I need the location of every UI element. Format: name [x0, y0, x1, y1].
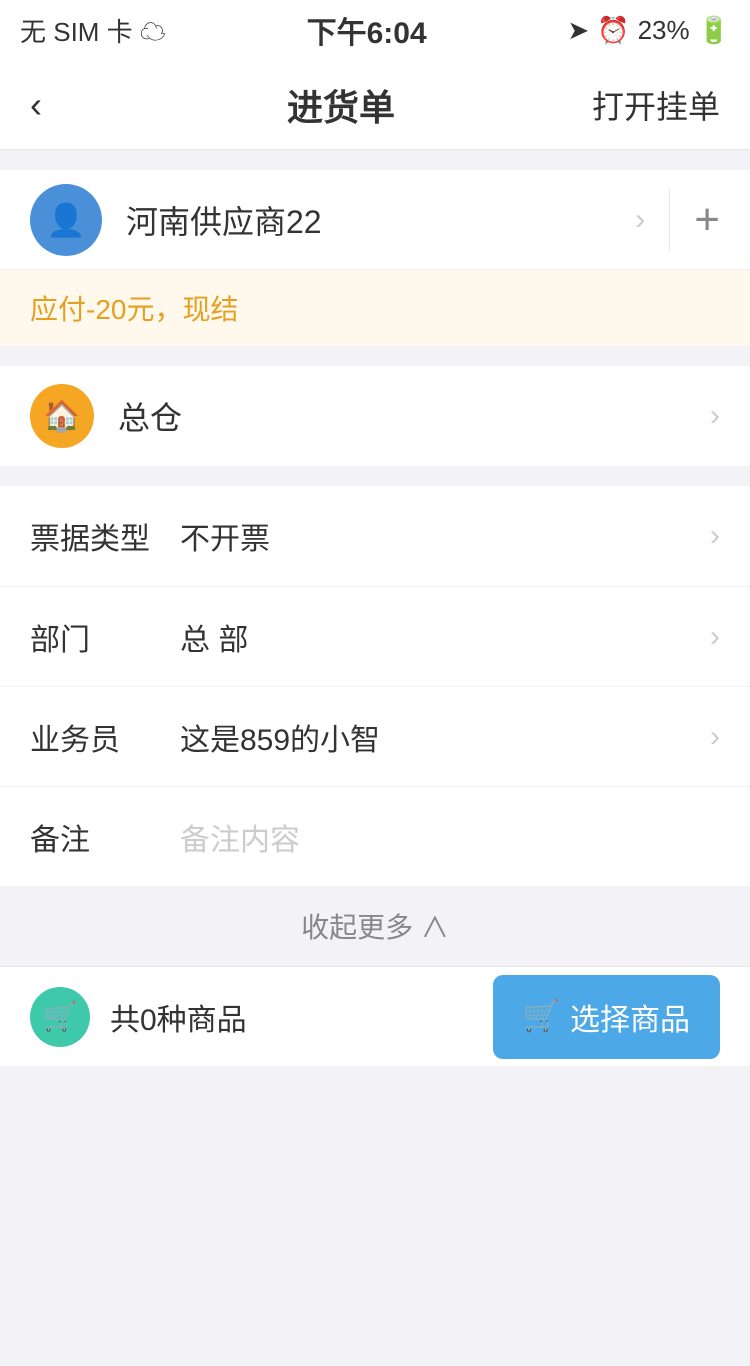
warehouse-section: 🏠 总仓 › [0, 366, 750, 466]
remark-input[interactable]: 备注内容 [180, 815, 720, 859]
remark-label: 备注 [30, 815, 170, 859]
form-section: 票据类型 不开票 › 部门 总 部 › 业务员 这是859的小智 › 备注 备注… [0, 486, 750, 886]
nav-bar: ‹ 进货单 打开挂单 [0, 60, 750, 150]
supplier-row[interactable]: 👤 河南供应商22 › + [0, 170, 750, 270]
ticket-type-value: 不开票 [180, 514, 710, 558]
gap-2 [0, 346, 750, 366]
cart-icon: 🛒 [43, 1000, 78, 1033]
divider [669, 190, 670, 250]
avatar: 👤 [30, 184, 102, 256]
status-left: 无 SIM 卡 ☁ [20, 12, 166, 49]
notice-text: 应付-20元，现结 [30, 294, 238, 325]
status-time: 下午6:04 [307, 8, 427, 52]
page-title: 进货单 [287, 79, 395, 131]
status-right: ➤ ⏰ 23% 🔋 [567, 15, 730, 46]
gap-3 [0, 466, 750, 486]
gap-1 [0, 150, 750, 170]
department-chevron: › [710, 620, 720, 654]
battery-icon: 🔋 [698, 15, 730, 46]
location-icon: ➤ [567, 15, 589, 46]
alarm-icon: ⏰ [597, 15, 629, 46]
house-icon: 🏠 [43, 399, 80, 434]
supplier-chevron: › [635, 203, 645, 237]
salesperson-label: 业务员 [30, 715, 170, 759]
signal-text: 无 SIM 卡 ☁ [20, 12, 166, 49]
product-count: 共0种商品 [110, 995, 493, 1039]
collapse-bar[interactable]: 收起更多 ∧ [0, 886, 750, 966]
salesperson-row[interactable]: 业务员 这是859的小智 › [0, 686, 750, 786]
status-bar: 无 SIM 卡 ☁ 下午6:04 ➤ ⏰ 23% 🔋 [0, 0, 750, 60]
ticket-type-row[interactable]: 票据类型 不开票 › [0, 486, 750, 586]
avatar-icon: 👤 [46, 201, 86, 239]
department-label: 部门 [30, 615, 170, 659]
open-pending-button[interactable]: 打开挂单 [592, 82, 720, 128]
ticket-type-chevron: › [710, 519, 720, 553]
add-supplier-button[interactable]: + [694, 198, 720, 242]
product-icon: 🛒 [30, 987, 90, 1047]
notice-bar: 应付-20元，现结 [0, 270, 750, 346]
select-icon: 🛒 [523, 999, 560, 1034]
department-value: 总 部 [180, 615, 710, 659]
salesperson-chevron: › [710, 720, 720, 754]
select-btn-label: 选择商品 [570, 995, 690, 1039]
select-product-button[interactable]: 🛒 选择商品 [493, 975, 720, 1059]
warehouse-name: 总仓 [118, 393, 710, 439]
back-button[interactable]: ‹ [30, 84, 90, 126]
bottom-bar: 🛒 共0种商品 🛒 选择商品 [0, 966, 750, 1066]
battery-text: 23% [638, 15, 690, 46]
warehouse-icon: 🏠 [30, 384, 94, 448]
supplier-name: 河南供应商22 [126, 197, 635, 243]
remark-row[interactable]: 备注 备注内容 [0, 786, 750, 886]
page-background [0, 1066, 750, 1366]
department-row[interactable]: 部门 总 部 › [0, 586, 750, 686]
warehouse-row[interactable]: 🏠 总仓 › [0, 366, 750, 466]
warehouse-chevron: › [710, 399, 720, 433]
salesperson-value: 这是859的小智 [180, 715, 710, 759]
ticket-type-label: 票据类型 [30, 514, 170, 558]
supplier-section: 👤 河南供应商22 › + 应付-20元，现结 [0, 170, 750, 346]
collapse-label: 收起更多 ∧ [301, 906, 449, 946]
